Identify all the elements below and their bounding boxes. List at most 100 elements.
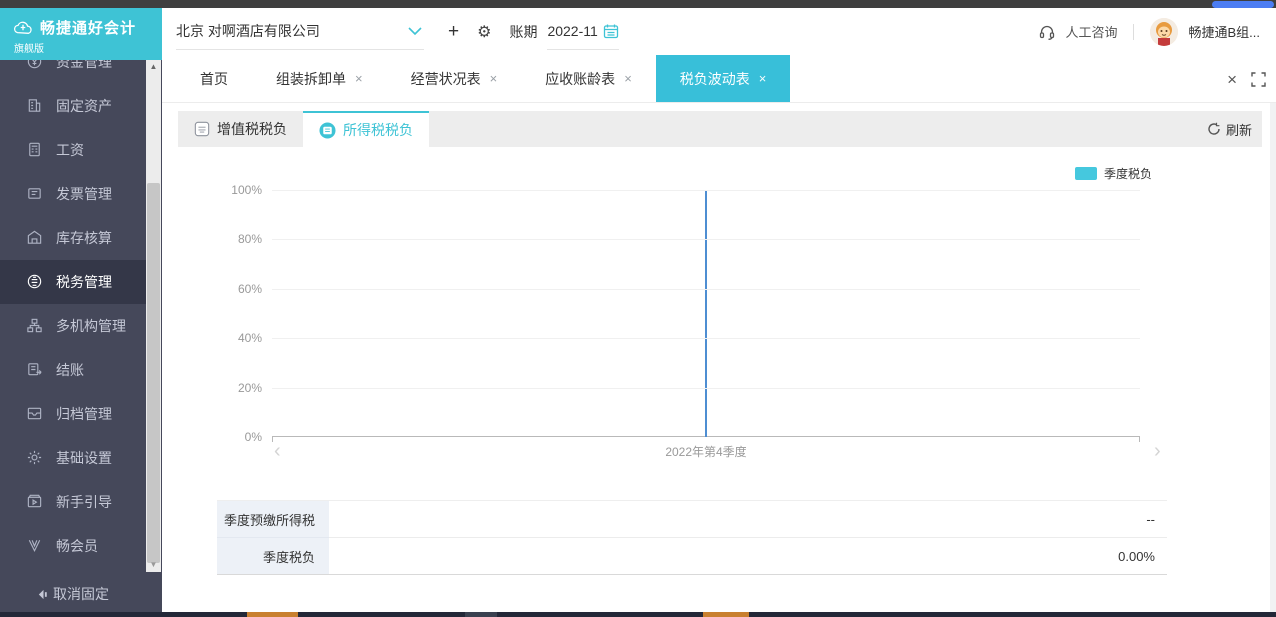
unpin-icon [37,588,51,601]
sidebar-item-8[interactable]: 归档管理 [0,392,146,436]
sidebar-item-1[interactable]: 固定资产 [0,84,146,128]
sidebar-item-label: 工资 [56,142,84,158]
open-tabs: 首页 组装拆卸单 × 经营状况表 × 应收账龄表 × 税负波动表 × [176,55,791,102]
tab-0[interactable]: 首页 [176,55,252,102]
sidebar-item-3[interactable]: 发票管理 [0,172,146,216]
scrollbar-thumb[interactable] [147,183,160,563]
fullscreen-icon[interactable] [1251,71,1266,87]
tax-burden-chart: 0% 20% 40% 60% 80% 100% [231,183,1140,444]
report-subtabs: 增值税税负 所得税税负 刷新 [178,111,1262,147]
gridline [272,289,1140,290]
tab-4[interactable]: 税负波动表 × [655,55,791,102]
sidebar-item-5[interactable]: 税务管理 [0,260,146,304]
taskbar-segment [465,612,497,617]
tab-1[interactable]: 组装拆卸单 × [252,55,387,102]
scroll-down-arrow-icon[interactable]: ▼ [146,558,161,572]
brand-cloud-icon [12,19,34,37]
sidebar-item-label: 新手引导 [56,494,112,510]
company-selector[interactable]: 北京 对啊酒店有限公司 [176,14,424,50]
y-axis-tick-label: 40% [237,331,262,345]
sidebar-item-label: 税务管理 [56,274,112,290]
app-logo[interactable]: 畅捷通好会计 旗舰版 [0,8,162,60]
tab-close-icon[interactable]: × [490,71,498,86]
gear-icon[interactable]: ⚙ [477,22,491,42]
fixed-assets-icon [26,97,44,115]
guide-icon [26,493,44,511]
x-axis-category-label: 2022年第4季度 [665,445,747,459]
sidebar-item-9[interactable]: 基础设置 [0,436,146,480]
sidebar-item-label: 资金管理 [56,60,112,70]
sidebar-item-4[interactable]: 库存核算 [0,216,146,260]
sidebar-item-6[interactable]: 多机构管理 [0,304,146,348]
sidebar-menu: 资金管理固定资产工资发票管理库存核算税务管理多机构管理 结账 归档管理基础设置新手引… [0,60,146,572]
axis-tick [272,437,273,442]
legend-swatch[interactable] [1075,167,1097,180]
money-icon [26,60,44,71]
sidebar-item-2[interactable]: 工资 [0,128,146,172]
scroll-up-arrow-icon[interactable]: ▲ [146,60,161,74]
support-link[interactable]: 人工咨询 [1065,22,1117,41]
headset-icon [1039,24,1055,40]
tab-close-icon[interactable]: × [624,71,632,86]
row-header: 季度税负 [217,538,329,575]
tab-label: 税负波动表 [679,70,750,87]
legend-label: 季度税负 [1104,167,1153,181]
close-all-tabs-icon[interactable]: × [1227,71,1237,88]
avatar[interactable] [1150,17,1179,46]
sidebar-scrollbar[interactable]: ▲ ▼ [146,60,161,572]
subtab-icon [194,121,210,137]
period-label: 账期 [509,23,538,40]
tab-close-icon[interactable]: × [759,71,767,86]
sidebar: 畅捷通好会计 旗舰版 资金管理固定资产工资发票管理库存核算税务管理多机构管理 结账… [0,8,162,612]
sidebar-item-label: 发票管理 [56,186,112,202]
sidebar-item-7[interactable]: 结账 [0,348,146,392]
period-selector[interactable]: 2022-11 [547,14,619,50]
salary-icon [26,141,44,159]
row-value: -- [329,501,1167,538]
tab-label: 组装拆卸单 [276,70,346,87]
settings-icon [26,449,44,467]
unpin-label: 取消固定 [53,586,109,602]
tab-label: 经营状况表 [410,70,481,87]
chevron-down-icon [408,26,422,36]
tab-3[interactable]: 应收账龄表 × [521,55,656,102]
sidebar-item-label: 基础设置 [56,450,112,466]
chart-prev-arrow[interactable]: ‹ [274,441,281,461]
company-name: 北京 对啊酒店有限公司 [176,23,320,39]
archive-icon [26,405,44,423]
browser-button-fragment[interactable] [1212,1,1274,8]
unpin-sidebar-button[interactable]: 取消固定 [0,584,146,604]
taskbar-segment [247,612,298,617]
chart-next-arrow[interactable]: › [1154,441,1161,461]
gridline [272,190,1140,191]
subtab-label: 增值税税负 [217,121,287,137]
summary-table: 季度预缴所得税 -- 季度税负 0.00% [217,500,1167,575]
row-value: 0.00% [329,538,1167,575]
sidebar-item-label: 库存核算 [56,230,112,246]
tab-2[interactable]: 经营状况表 × [387,55,522,102]
taskbar-segment [703,612,749,617]
chart-legend[interactable]: 季度税负 [1075,165,1152,182]
table-row: 季度预缴所得税 -- [217,501,1167,538]
tab-close-icon[interactable]: × [355,71,363,86]
period-value: 2022-11 [547,23,598,39]
axis-pointer-line [705,190,707,437]
app-window: 畅捷通好会计 旗舰版 资金管理固定资产工资发票管理库存核算税务管理多机构管理 结账… [0,0,1276,617]
gridline [272,239,1140,240]
subtab-1[interactable]: 所得税税负 [303,111,429,147]
inventory-icon [26,229,44,247]
sidebar-item-11[interactable]: 畅会员 [0,524,146,568]
member-icon [26,537,44,555]
y-axis-tick-label: 80% [237,232,262,246]
user-name[interactable]: 畅捷通B组... [1188,22,1260,41]
y-axis-tick-label: 60% [237,282,262,296]
window-scrollbar[interactable] [1270,103,1276,612]
sidebar-item-10[interactable]: 新手引导 [0,480,146,524]
subtab-0[interactable]: 增值税税负 [178,111,303,147]
browser-top-strip [0,0,1276,8]
add-company-button[interactable]: + [448,22,459,41]
gridline [272,388,1140,389]
sidebar-item-0[interactable]: 资金管理 [0,60,146,84]
refresh-button[interactable]: 刷新 [1207,111,1252,147]
tax-icon [26,273,44,291]
